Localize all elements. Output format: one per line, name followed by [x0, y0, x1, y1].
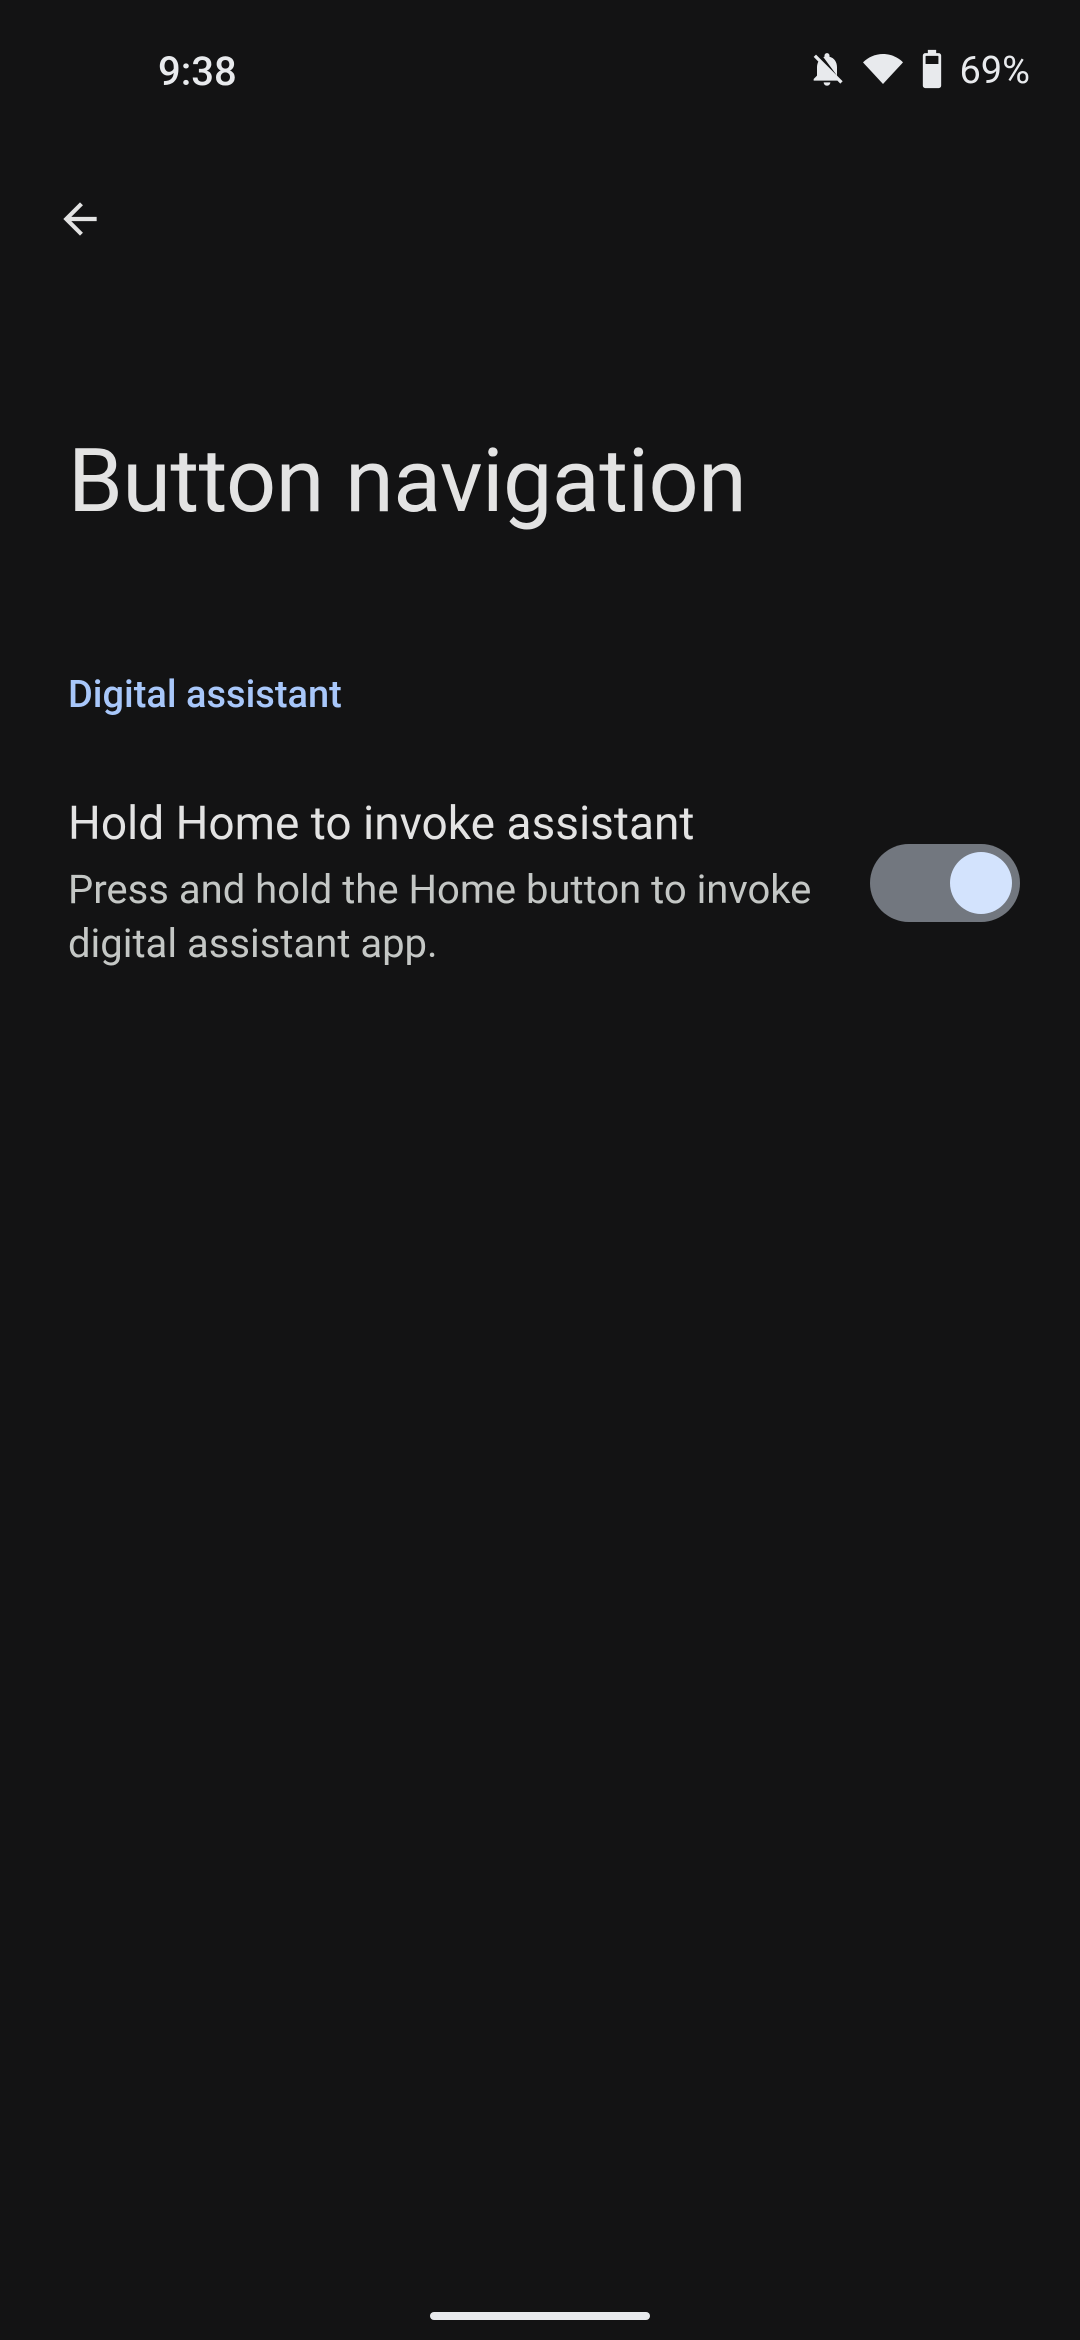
back-button[interactable] [50, 190, 110, 250]
section-digital-assistant: Digital assistant Hold Home to invoke as… [0, 613, 1080, 1009]
setting-hold-home-assistant[interactable]: Hold Home to invoke assistant Press and … [0, 757, 1080, 1009]
page-title: Button navigation [0, 280, 1080, 613]
gesture-navigation-bar[interactable] [430, 2312, 650, 2320]
dnd-off-icon [807, 49, 847, 93]
wifi-icon [861, 49, 905, 93]
status-icons: 69% [807, 49, 1030, 93]
toggle-hold-home-assistant[interactable] [870, 844, 1020, 922]
arrow-back-icon [55, 194, 105, 247]
setting-text-container: Hold Home to invoke assistant Press and … [68, 795, 870, 971]
battery-percent-label: 69% [959, 49, 1030, 93]
toggle-thumb [950, 852, 1012, 914]
status-time: 9:38 [158, 48, 237, 95]
battery-icon [919, 49, 945, 93]
app-bar [0, 100, 1080, 280]
setting-title: Hold Home to invoke assistant [68, 795, 830, 855]
status-bar: 9:38 69% [0, 0, 1080, 100]
setting-description: Press and hold the Home button to invoke… [68, 863, 830, 971]
section-header-digital-assistant: Digital assistant [0, 613, 1080, 757]
